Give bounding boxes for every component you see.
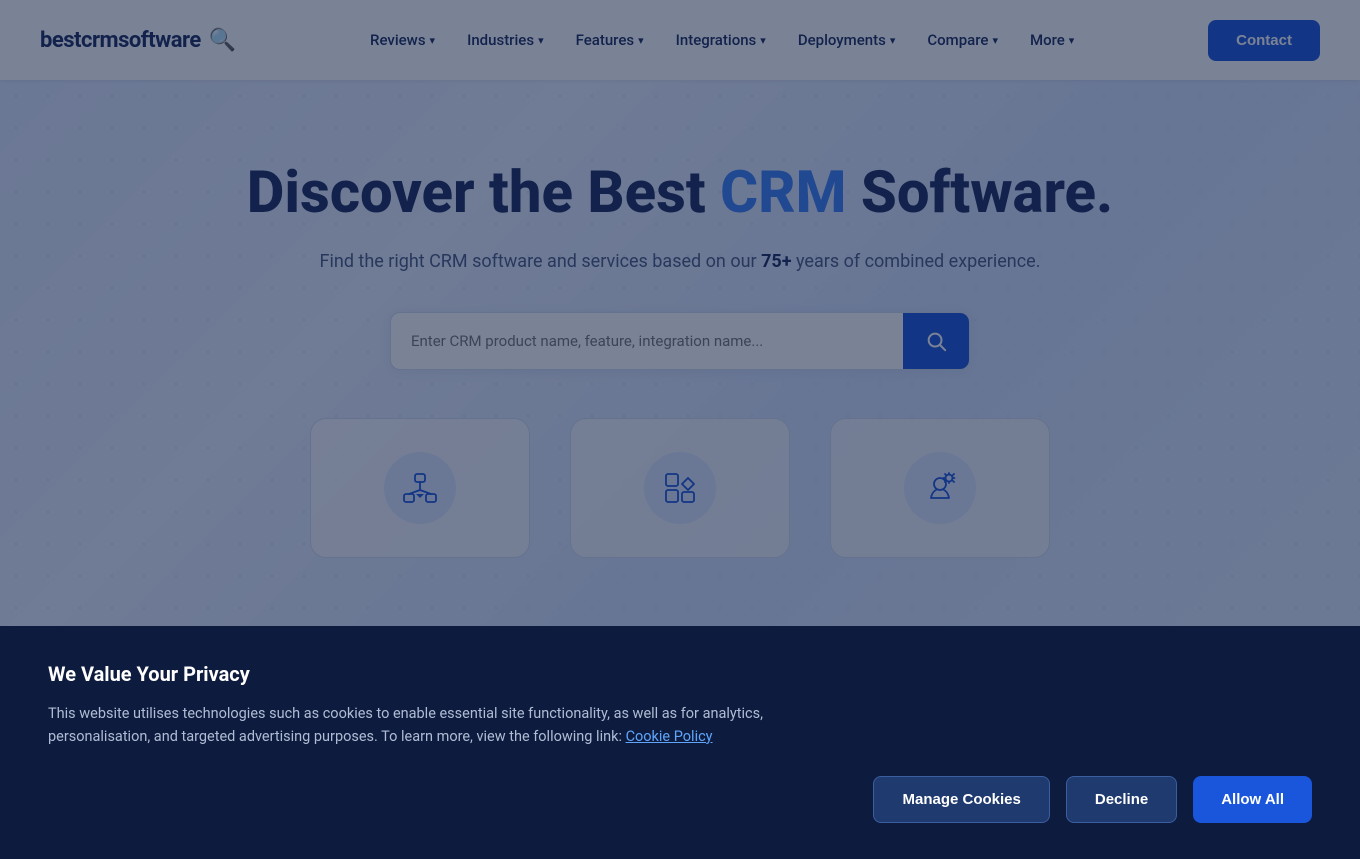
hero-title: Discover the Best CRM Software. <box>247 160 1113 227</box>
chevron-down-icon: ▾ <box>992 34 998 47</box>
logo-icon: 🔍 <box>209 28 236 53</box>
nav-reviews[interactable]: Reviews ▾ <box>356 23 449 57</box>
hero-subtitle: Find the right CRM software and services… <box>320 251 1041 272</box>
crm-gear-icon <box>922 470 958 506</box>
logo-text: bestcrmsoftware <box>40 28 201 53</box>
card-icon-bg-3 <box>904 452 976 524</box>
chevron-down-icon: ▾ <box>638 34 644 47</box>
network-icon <box>402 470 438 506</box>
nav-more[interactable]: More ▾ <box>1016 23 1088 57</box>
cookie-actions: Manage Cookies Decline Allow All <box>48 776 1312 823</box>
nav-integrations[interactable]: Integrations ▾ <box>662 23 780 57</box>
cookie-policy-link[interactable]: Cookie Policy <box>626 728 713 745</box>
cookie-banner: We Value Your Privacy This website utili… <box>0 626 1360 859</box>
decline-button[interactable]: Decline <box>1066 776 1177 823</box>
card-icon-bg-2 <box>644 452 716 524</box>
cookie-body: This website utilises technologies such … <box>48 702 868 748</box>
chevron-down-icon: ▾ <box>1069 34 1075 47</box>
hero-section: Discover the Best CRM Software. Find the… <box>0 80 1360 670</box>
allow-all-button[interactable]: Allow All <box>1193 776 1312 823</box>
cookie-title: We Value Your Privacy <box>48 662 1312 686</box>
card-features[interactable] <box>570 418 790 558</box>
feature-cards <box>250 418 1110 558</box>
grid-diamond-icon <box>662 470 698 506</box>
contact-button[interactable]: Contact <box>1208 20 1320 61</box>
chevron-down-icon: ▾ <box>538 34 544 47</box>
card-icon-bg-1 <box>384 452 456 524</box>
card-crm[interactable] <box>830 418 1050 558</box>
card-integrations[interactable] <box>310 418 530 558</box>
nav-compare[interactable]: Compare ▾ <box>913 23 1012 57</box>
chevron-down-icon: ▾ <box>890 34 896 47</box>
nav-deployments[interactable]: Deployments ▾ <box>784 23 910 57</box>
search-button[interactable] <box>903 313 969 369</box>
manage-cookies-button[interactable]: Manage Cookies <box>873 776 1049 823</box>
chevron-down-icon: ▾ <box>760 34 766 47</box>
main-nav: Reviews ▾ Industries ▾ Features ▾ Integr… <box>356 23 1088 57</box>
nav-industries[interactable]: Industries ▾ <box>453 23 558 57</box>
nav-features[interactable]: Features ▾ <box>562 23 658 57</box>
search-input[interactable] <box>391 316 903 366</box>
search-icon <box>925 330 947 352</box>
logo-link[interactable]: bestcrmsoftware 🔍 <box>40 28 236 53</box>
navbar: bestcrmsoftware 🔍 Reviews ▾ Industries ▾… <box>0 0 1360 80</box>
search-bar <box>390 312 970 370</box>
chevron-down-icon: ▾ <box>430 34 436 47</box>
